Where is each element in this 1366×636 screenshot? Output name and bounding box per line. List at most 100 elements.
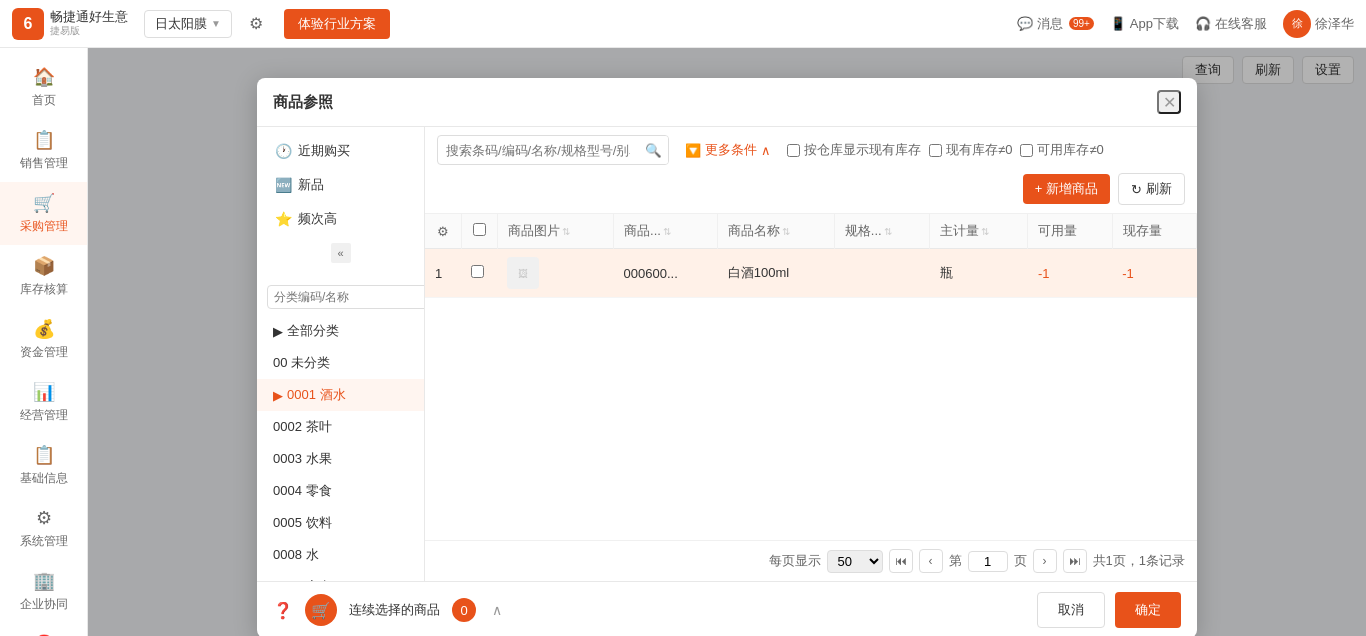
service-button[interactable]: 🎧 在线客服 <box>1195 15 1267 33</box>
sidebar: 🏠 首页 📋 销售管理 🛒 采购管理 📦 库存核算 💰 资金管理 📊 经营管理 … <box>0 48 88 636</box>
tab-new-products[interactable]: 🆕 新品 <box>265 169 416 201</box>
sidebar-item-sales[interactable]: 📋 销售管理 <box>0 119 87 182</box>
category-0001[interactable]: ▶ 0001 酒水 <box>257 379 424 411</box>
sidebar-label-home: 首页 <box>32 92 56 109</box>
trial-button[interactable]: 体验行业方案 <box>284 9 390 39</box>
app-label: App下载 <box>1130 15 1179 33</box>
sidebar-item-operation[interactable]: 📊 经营管理 <box>0 371 87 434</box>
table-header-row: ⚙ 商品图片 ⇅ <box>425 214 1197 249</box>
filter-button[interactable]: 🔽 更多条件 ∧ <box>677 137 779 163</box>
refresh-button[interactable]: ↻ 刷新 <box>1118 173 1185 205</box>
page-next-button[interactable]: › <box>1033 549 1057 573</box>
th-name: 商品名称 ⇅ <box>718 214 835 249</box>
app-download-button[interactable]: 📱 App下载 <box>1110 15 1179 33</box>
category-00-label: 00 未分类 <box>273 354 330 372</box>
checkbox-available-input[interactable] <box>1020 144 1033 157</box>
logo-area: 6 畅捷通好生意 捷易版 <box>12 8 128 40</box>
user-name: 徐泽华 <box>1315 15 1354 33</box>
checkbox-available-nonzero[interactable]: 可用库存≠0 <box>1020 141 1103 159</box>
per-page-select[interactable]: 50 10 20 100 <box>827 550 883 573</box>
page-prev-button[interactable]: ‹ <box>919 549 943 573</box>
system-icon: ⚙ <box>36 507 52 529</box>
collapse-footer-icon[interactable]: ∧ <box>492 602 502 618</box>
sidebar-item-purchase[interactable]: 🛒 采购管理 <box>0 182 87 245</box>
dialog-footer: ❓ 🛒 连续选择的商品 0 ∧ 取消 确定 <box>257 581 1197 636</box>
sort-icon-image: ⇅ <box>562 226 570 237</box>
th-stock-label: 现存量 <box>1123 223 1162 238</box>
settings-col-icon[interactable]: ⚙ <box>437 224 449 239</box>
store-selector[interactable]: 日太阳膜 ▼ <box>144 10 232 38</box>
clock-icon: 🕐 <box>275 143 292 159</box>
category-0010[interactable]: 0010 家电 <box>257 571 424 581</box>
td-spec <box>834 249 929 298</box>
headset-icon: 🎧 <box>1195 16 1211 31</box>
expand-icon: ▶ <box>273 324 283 339</box>
category-all[interactable]: ▶ 全部分类 <box>257 315 424 347</box>
sidebar-item-guide[interactable]: 🎯 新手引导 <box>0 623 87 636</box>
product-search-input[interactable] <box>438 143 638 158</box>
add-product-button[interactable]: + 新增商品 <box>1023 174 1110 204</box>
th-image-label: 商品图片 <box>508 222 560 240</box>
main-layout: 🏠 首页 📋 销售管理 🛒 采购管理 📦 库存核算 💰 资金管理 📊 经营管理 … <box>0 48 1366 636</box>
home-icon: 🏠 <box>33 66 55 88</box>
footer-actions: 取消 确定 <box>1037 592 1181 628</box>
product-reference-dialog: 商品参照 ✕ 🕐 近期购买 🆕 新品 <box>257 78 1197 636</box>
th-available: 可用量 <box>1028 214 1112 249</box>
category-0008[interactable]: 0008 水 <box>257 539 424 571</box>
cart-button[interactable]: 🛒 <box>305 594 337 626</box>
collapse-button[interactable]: « <box>331 243 351 263</box>
category-0005[interactable]: 0005 饮料 <box>257 507 424 539</box>
page-number-input[interactable] <box>968 551 1008 572</box>
logo-sub: 捷易版 <box>50 24 128 38</box>
td-check <box>461 249 497 298</box>
message-label: 消息 <box>1037 15 1063 33</box>
category-0003[interactable]: 0003 水果 <box>257 443 424 475</box>
checkbox-stock-input[interactable] <box>929 144 942 157</box>
table-row[interactable]: 1 🖼 <box>425 249 1197 298</box>
checkbox-by-warehouse[interactable]: 按仓库显示现有库存 <box>787 141 921 159</box>
row-checkbox[interactable] <box>471 265 484 278</box>
checkbox-warehouse-label: 按仓库显示现有库存 <box>804 141 921 159</box>
per-page-label: 每页显示 <box>769 552 821 570</box>
sidebar-item-home[interactable]: 🏠 首页 <box>0 56 87 119</box>
product-search-button[interactable]: 🔍 <box>638 135 668 165</box>
right-panel: 🔍 🔽 更多条件 ∧ 按仓库显示现有库存 <box>425 127 1197 581</box>
category-search-input[interactable] <box>267 285 425 309</box>
cancel-button[interactable]: 取消 <box>1037 592 1105 628</box>
checkbox-stock-nonzero[interactable]: 现有库存≠0 <box>929 141 1012 159</box>
filter-label: 更多条件 <box>705 141 757 159</box>
checkbox-warehouse-input[interactable] <box>787 144 800 157</box>
sidebar-item-basic[interactable]: 📋 基础信息 <box>0 434 87 497</box>
th-settings: ⚙ <box>425 214 461 249</box>
pagination-bar: 每页显示 50 10 20 100 ⏮ ‹ 第 页 › ⏭ <box>425 540 1197 581</box>
sidebar-item-finance[interactable]: 💰 资金管理 <box>0 308 87 371</box>
sidebar-label-system: 系统管理 <box>20 533 68 550</box>
sidebar-label-finance: 资金管理 <box>20 344 68 361</box>
th-unit: 主计量 ⇅ <box>930 214 1028 249</box>
user-profile[interactable]: 徐 徐泽华 <box>1283 10 1354 38</box>
category-0008-label: 0008 水 <box>273 546 319 564</box>
td-available: -1 <box>1028 249 1112 298</box>
messages-button[interactable]: 💬 消息 99+ <box>1017 15 1094 33</box>
page-first-button[interactable]: ⏮ <box>889 549 913 573</box>
select-all-checkbox[interactable] <box>473 223 486 236</box>
category-0004[interactable]: 0004 零食 <box>257 475 424 507</box>
sort-icon-unit: ⇅ <box>981 226 989 237</box>
category-0002[interactable]: 0002 茶叶 <box>257 411 424 443</box>
dialog-header: 商品参照 ✕ <box>257 78 1197 127</box>
sidebar-item-enterprise[interactable]: 🏢 企业协同 <box>0 560 87 623</box>
th-code: 商品... ⇅ <box>614 214 718 249</box>
tab-frequent[interactable]: ⭐ 频次高 <box>265 203 416 235</box>
dialog-close-button[interactable]: ✕ <box>1157 90 1181 114</box>
tab-recent-purchase[interactable]: 🕐 近期购买 <box>265 135 416 167</box>
logo-icon: 6 <box>12 8 44 40</box>
confirm-button[interactable]: 确定 <box>1115 592 1181 628</box>
sidebar-item-inventory[interactable]: 📦 库存核算 <box>0 245 87 308</box>
sidebar-item-system[interactable]: ⚙ 系统管理 <box>0 497 87 560</box>
category-00[interactable]: 00 未分类 <box>257 347 424 379</box>
category-0004-label: 0004 零食 <box>273 482 332 500</box>
help-icon[interactable]: ❓ <box>273 601 293 620</box>
gear-icon[interactable]: ⚙ <box>240 8 272 40</box>
image-placeholder-icon: 🖼 <box>518 268 528 279</box>
page-last-button[interactable]: ⏭ <box>1063 549 1087 573</box>
